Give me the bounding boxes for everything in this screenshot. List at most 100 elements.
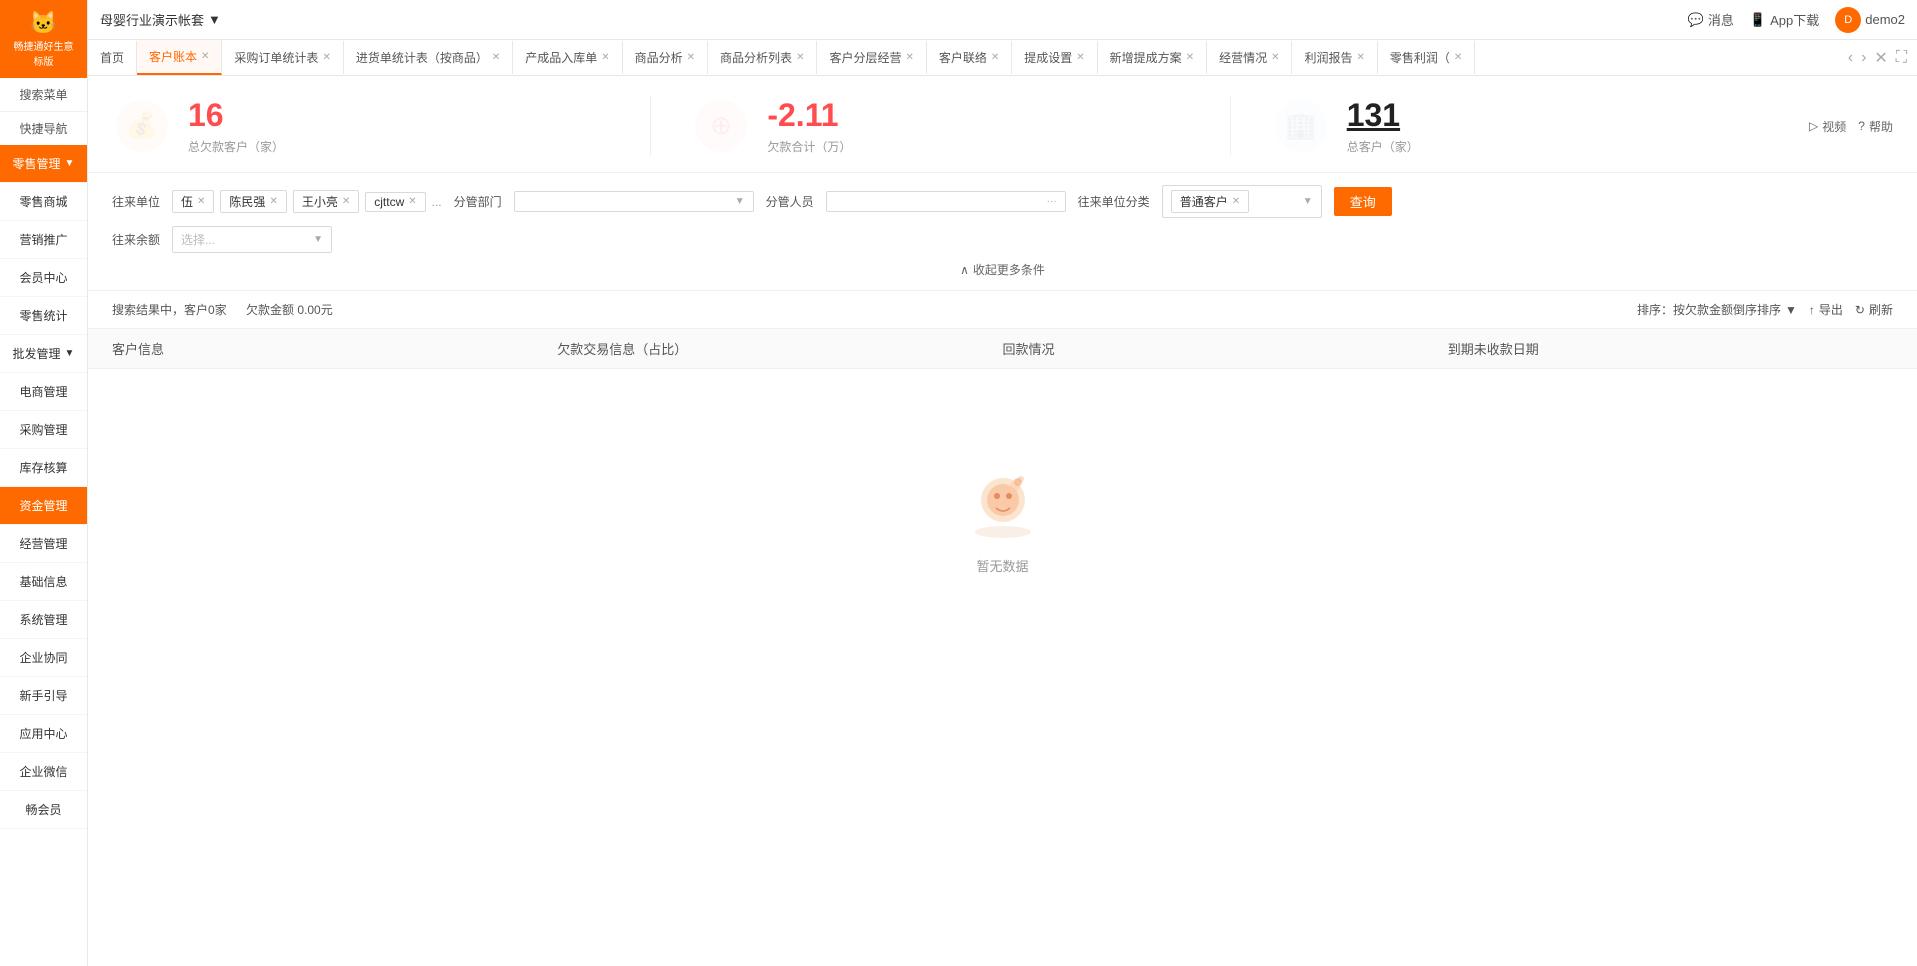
question-icon: ?	[1858, 119, 1865, 133]
close-icon[interactable]: ✕	[1232, 196, 1240, 207]
close-icon[interactable]: ✕	[991, 52, 999, 63]
close-icon[interactable]: ✕	[342, 196, 350, 207]
header-actions: ▷ 视频 ? 帮助	[1809, 118, 1893, 135]
tab-product-analysis[interactable]: 商品分析 ✕	[623, 41, 708, 74]
sidebar-item-ecommerce[interactable]: 电商管理	[0, 373, 87, 411]
col-overdue-date: 到期未收款日期	[1448, 339, 1893, 358]
sidebar-item-operation[interactable]: 经营管理	[0, 525, 87, 563]
close-icon[interactable]: ✕	[322, 52, 330, 63]
user-profile[interactable]: D demo2	[1835, 7, 1905, 33]
message-btn[interactable]: 💬 消息	[1688, 10, 1734, 29]
sort-select[interactable]: 排序：按欠款金额倒序排序 ▼	[1637, 301, 1797, 318]
sidebar-item-search[interactable]: 搜索菜单	[0, 78, 87, 112]
tab-purchase-stat[interactable]: 进货单统计表（按商品） ✕	[344, 41, 513, 74]
sidebar-item-basic[interactable]: 基础信息	[0, 563, 87, 601]
tab-customer-segment[interactable]: 客户分层经营 ✕	[817, 41, 926, 74]
close-icon[interactable]: ✕	[201, 51, 209, 62]
refresh-btn[interactable]: ↻ 刷新	[1855, 301, 1893, 318]
close-icon[interactable]: ✕	[601, 52, 609, 63]
unit-type-tags: 普通客户 ✕	[1171, 190, 1249, 213]
tab-customer-contact[interactable]: 客户联络 ✕	[927, 41, 1012, 74]
close-icon[interactable]: ✕	[492, 52, 500, 63]
sidebar-item-corp[interactable]: 企业协同	[0, 639, 87, 677]
tabs-bar: 首页 客户账本 ✕ 采购订单统计表 ✕ 进货单统计表（按商品） ✕ 产成品入库单…	[88, 40, 1917, 76]
message-icon: 💬	[1688, 12, 1704, 28]
close-all-btn[interactable]: ✕	[1872, 46, 1889, 70]
next-tab-btn[interactable]: ›	[1859, 47, 1868, 69]
close-icon[interactable]: ✕	[687, 52, 695, 63]
tab-profit-report[interactable]: 利润报告 ✕	[1292, 41, 1377, 74]
dept-select[interactable]: ▼	[514, 191, 754, 212]
video-btn[interactable]: ▷ 视频	[1809, 118, 1846, 135]
sidebar-item-retail[interactable]: 零售管理 ▼	[0, 145, 87, 183]
tab-label: 利润报告	[1304, 49, 1352, 66]
sidebar-item-retail-mall[interactable]: 零售商城	[0, 183, 87, 221]
help-btn[interactable]: ? 帮助	[1858, 118, 1893, 135]
unit-filter-label: 往来单位	[112, 193, 160, 210]
tab-operation-status[interactable]: 经营情况 ✕	[1207, 41, 1292, 74]
person-filter-label: 分管人员	[766, 193, 814, 210]
account-selector[interactable]: 母婴行业演示帐套 ▼	[100, 10, 221, 29]
sidebar-item-quick-nav[interactable]: 快捷导航	[0, 112, 87, 145]
close-icon[interactable]: ✕	[1186, 52, 1194, 63]
sidebar-item-system[interactable]: 系统管理	[0, 601, 87, 639]
tab-purchase-order[interactable]: 采购订单统计表 ✕	[222, 41, 343, 74]
logo-icon: 🐱	[30, 10, 57, 36]
sidebar-item-member[interactable]: 会员中心	[0, 259, 87, 297]
chevron-down-icon: ▼	[1303, 196, 1313, 207]
message-label: 消息	[1708, 10, 1734, 29]
maximize-btn[interactable]: ⛶	[1894, 47, 1909, 69]
export-btn[interactable]: ↑ 导出	[1809, 301, 1843, 318]
close-icon[interactable]: ✕	[796, 52, 804, 63]
close-icon[interactable]: ✕	[1076, 52, 1084, 63]
ellipsis-icon: ···	[1047, 196, 1057, 207]
amount-select[interactable]: 选择... ▼	[172, 226, 332, 253]
tab-customer-account[interactable]: 客户账本 ✕	[137, 40, 222, 75]
sidebar-item-inventory[interactable]: 库存核算	[0, 449, 87, 487]
sidebar-item-corp-wechat[interactable]: 企业微信	[0, 753, 87, 791]
sidebar-logo: 🐱 畅捷通好生意 标版	[0, 0, 87, 78]
tab-label: 经营情况	[1219, 49, 1267, 66]
unit-type-select[interactable]: 普通客户 ✕ ▼	[1162, 185, 1322, 218]
sidebar-item-app-center[interactable]: 应用中心	[0, 715, 87, 753]
phone-icon: 📱	[1750, 12, 1766, 28]
sidebar-item-marketing[interactable]: 营销推广	[0, 221, 87, 259]
unit-type-filter-label: 往来单位分类	[1078, 193, 1150, 210]
tab-retail-profit[interactable]: 零售利润（ ✕	[1378, 41, 1475, 74]
table-info: 搜索结果中，客户0家 欠款金额 0.00元	[112, 301, 349, 318]
table-body: 暂无数据	[88, 369, 1917, 669]
collapse-btn[interactable]: ∧ 收起更多条件	[112, 261, 1893, 278]
sidebar-item-newbie[interactable]: 新手引导	[0, 677, 87, 715]
tag-text: 普通客户	[1180, 193, 1228, 210]
tab-label: 进货单统计表（按商品）	[356, 49, 488, 66]
chevron-down-icon: ▼	[208, 12, 221, 27]
tab-product-inbound[interactable]: 产成品入库单 ✕	[513, 41, 622, 74]
close-icon[interactable]: ✕	[1357, 52, 1365, 63]
sidebar-item-label: 零售管理	[13, 155, 61, 172]
close-icon[interactable]: ✕	[1454, 52, 1462, 63]
tab-label: 客户联络	[939, 49, 987, 66]
sidebar-item-vip[interactable]: 畅会员	[0, 791, 87, 829]
sidebar-item-purchase[interactable]: 采购管理	[0, 411, 87, 449]
chevron-down-icon: ▼	[1785, 303, 1797, 317]
sidebar-item-wholesale[interactable]: 批发管理 ▼	[0, 335, 87, 373]
svg-text:⊕: ⊕	[710, 110, 732, 140]
sidebar-item-label: 批发管理	[13, 345, 61, 362]
search-button[interactable]: 查询	[1334, 187, 1392, 216]
close-icon[interactable]: ✕	[269, 196, 277, 207]
sidebar-item-retail-stat[interactable]: 零售统计	[0, 297, 87, 335]
more-tags-btn[interactable]: ...	[432, 195, 442, 209]
tab-home[interactable]: 首页	[88, 41, 137, 74]
logo-subtext: 标版	[34, 53, 54, 68]
app-download-btn[interactable]: 📱 App下载	[1750, 10, 1819, 29]
close-icon[interactable]: ✕	[1271, 52, 1279, 63]
close-icon[interactable]: ✕	[905, 52, 913, 63]
tab-product-analysis-list[interactable]: 商品分析列表 ✕	[708, 41, 817, 74]
close-icon[interactable]: ✕	[408, 196, 416, 207]
tab-new-commission[interactable]: 新增提成方案 ✕	[1098, 41, 1207, 74]
person-select[interactable]: ···	[826, 191, 1066, 212]
prev-tab-btn[interactable]: ‹	[1846, 47, 1855, 69]
close-icon[interactable]: ✕	[197, 196, 205, 207]
tab-commission-settings[interactable]: 提成设置 ✕	[1012, 41, 1097, 74]
sidebar-item-finance[interactable]: 资金管理	[0, 487, 87, 525]
